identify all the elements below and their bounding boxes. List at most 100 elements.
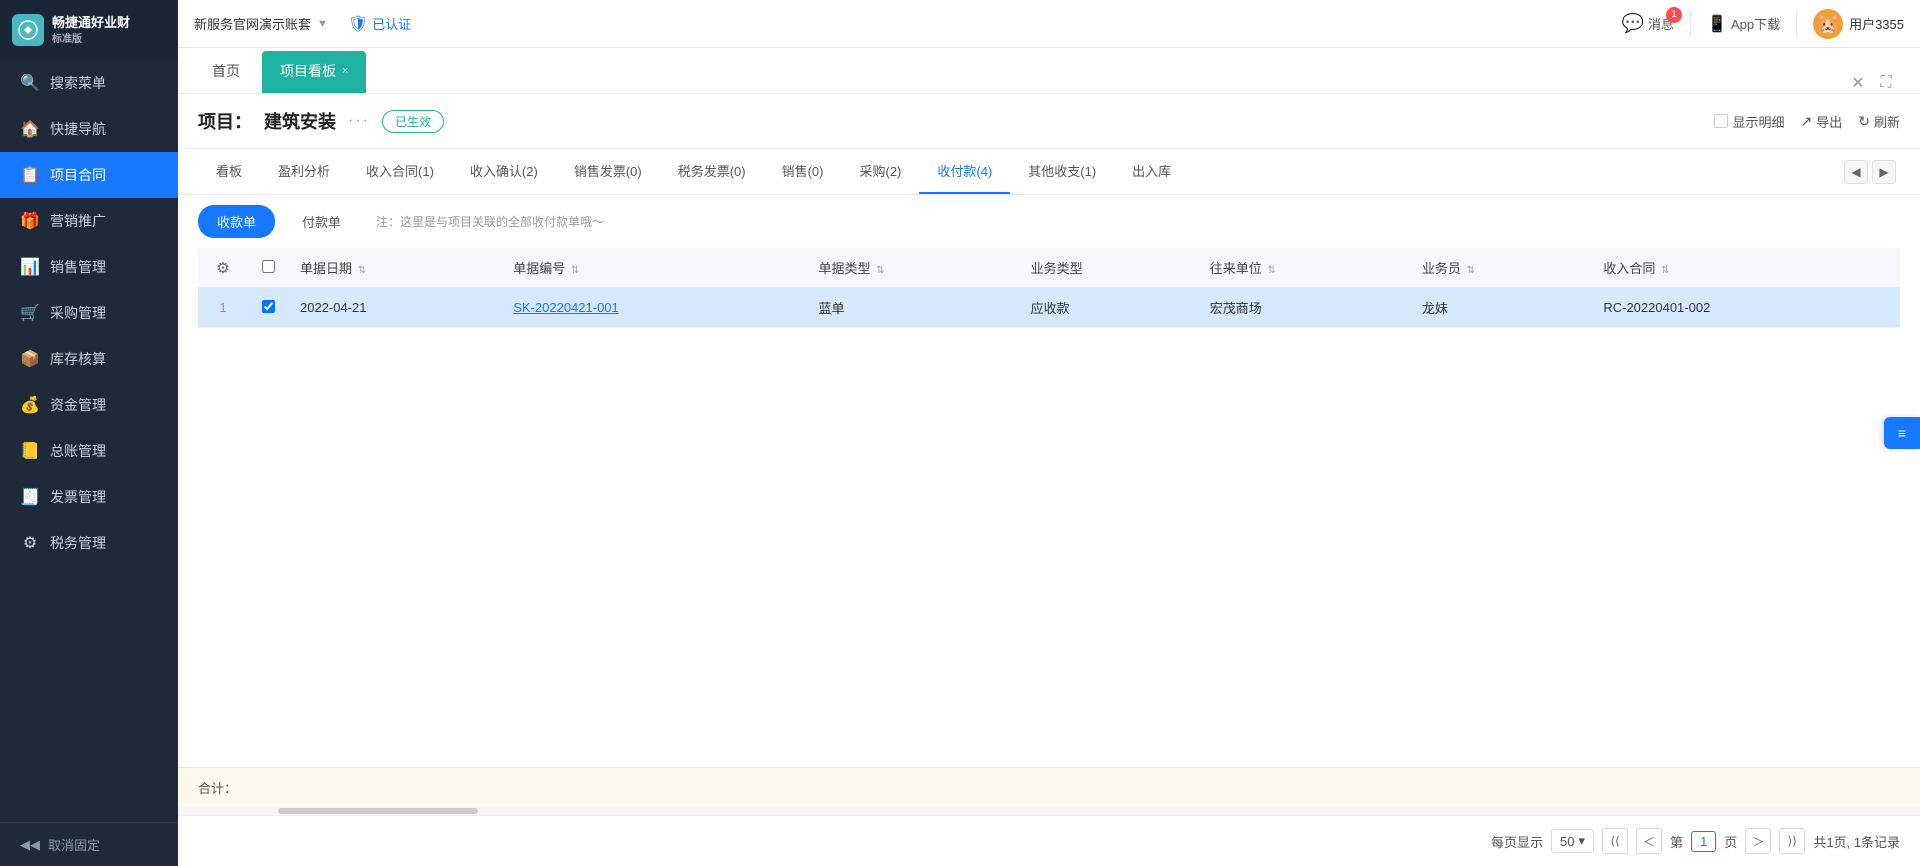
- total-label: 合计：: [198, 781, 237, 796]
- refresh-label: 刷新: [1874, 112, 1900, 131]
- col-salesperson[interactable]: 业务员 ⇅: [1410, 248, 1592, 288]
- sub-tab-profit[interactable]: 盈利分析: [260, 149, 348, 194]
- col-type[interactable]: 单据类型 ⇅: [806, 248, 1018, 288]
- topbar-right: 💬 消息 1 📱 App下载 🐹 用户3355: [1622, 9, 1904, 39]
- prev-page-button[interactable]: ＜: [1636, 828, 1662, 854]
- message-badge: 1: [1666, 7, 1682, 23]
- app-download-button[interactable]: 📱 App下载: [1707, 14, 1780, 34]
- unpin-icon: ◀◀: [20, 837, 40, 853]
- project-more-button[interactable]: ···: [348, 112, 370, 130]
- page-size-label: 每页显示: [1491, 832, 1543, 851]
- account-selector[interactable]: 新服务官网演示账套 ▼: [194, 14, 328, 33]
- col-checkbox[interactable]: [248, 248, 288, 288]
- export-label: 导出: [1816, 112, 1842, 131]
- row-partner: 宏茂商场: [1198, 288, 1410, 328]
- contract-icon: 📋: [20, 165, 40, 185]
- certified-badge: 🛡 已认证: [348, 14, 411, 34]
- sidebar-item-label-invoice: 发票管理: [50, 487, 106, 507]
- sort-salesperson-icon: ⇅: [1466, 265, 1474, 276]
- row-biz-type: 应收款: [1019, 288, 1198, 328]
- show-detail-toggle[interactable]: 显示明细: [1714, 112, 1784, 131]
- sidebar-item-invoice[interactable]: 🧾 发票管理: [0, 474, 178, 520]
- project-title: 建筑安装: [264, 108, 336, 134]
- show-detail-checkbox[interactable]: [1714, 114, 1728, 128]
- sidebar-unpin-button[interactable]: ◀◀ 取消固定: [0, 822, 178, 866]
- col-date-label: 单据日期: [300, 261, 352, 276]
- maximize-window-button[interactable]: ⛶: [1876, 73, 1896, 93]
- next-page-button[interactable]: ＞: [1745, 828, 1771, 854]
- tab-project-board[interactable]: 项目看板 ×: [262, 51, 366, 93]
- export-button[interactable]: ↗ 导出: [1801, 112, 1843, 131]
- sub-tab-income-confirm[interactable]: 收入确认(2): [452, 149, 556, 194]
- first-page-button[interactable]: ⟨⟨: [1602, 828, 1628, 854]
- sidebar-item-label-purchase: 采购管理: [50, 303, 106, 323]
- main-area: 新服务官网演示账套 ▼ 🛡 已认证 💬 消息 1 📱 App下载 �: [178, 0, 1920, 866]
- sub-tab-board[interactable]: 看板: [198, 149, 260, 194]
- sidebar-item-sales[interactable]: 📊 销售管理: [0, 244, 178, 290]
- sidebar-item-search[interactable]: 🔍 搜索菜单: [0, 60, 178, 106]
- inner-tab-note: 注：这里是与项目关联的全部收付款单哦～: [376, 213, 604, 230]
- sidebar-item-label-marketing: 营销推广: [50, 211, 106, 231]
- row-select-checkbox[interactable]: [262, 300, 275, 313]
- sidebar-item-purchase[interactable]: 🛒 采购管理: [0, 290, 178, 336]
- inner-tab-receipt-label: 收款单: [217, 215, 256, 230]
- sub-tab-receipt[interactable]: 收付款(4): [919, 149, 1010, 194]
- sidebar-item-label-sales: 销售管理: [50, 257, 106, 277]
- row-number[interactable]: SK-20220421-001: [501, 288, 806, 328]
- message-button[interactable]: 💬 消息 1: [1622, 13, 1674, 34]
- tab-home[interactable]: 首页: [194, 51, 258, 93]
- col-number[interactable]: 单据编号 ⇅: [501, 248, 806, 288]
- inner-tab-payment[interactable]: 付款单: [283, 205, 360, 238]
- scrollbar-area: [178, 807, 1920, 815]
- sub-tab-other-expense[interactable]: 其他收支(1): [1010, 149, 1114, 194]
- row-number-link[interactable]: SK-20220421-001: [513, 300, 619, 315]
- sub-tab-tax-invoice[interactable]: 税务发票(0): [660, 149, 764, 194]
- user-menu[interactable]: 🐹 用户3355: [1813, 9, 1904, 39]
- refresh-button[interactable]: ↻ 刷新: [1858, 112, 1900, 131]
- sub-tab-sales[interactable]: 销售(0): [764, 149, 842, 194]
- sidebar-item-quicknav[interactable]: 🏠 快捷导航: [0, 106, 178, 152]
- table-settings-icon[interactable]: ⚙: [216, 260, 229, 277]
- select-all-checkbox[interactable]: [262, 260, 275, 273]
- close-window-button[interactable]: ✕: [1848, 73, 1868, 93]
- col-partner[interactable]: 往来单位 ⇅: [1198, 248, 1410, 288]
- sub-tabs: 看板 盈利分析 收入合同(1) 收入确认(2) 销售发票(0) 税务发票(0) …: [178, 149, 1920, 195]
- sidebar-item-label-search: 搜索菜单: [50, 73, 106, 93]
- sidebar-item-marketing[interactable]: 🎁 营销推广: [0, 198, 178, 244]
- sub-tab-sales-invoice[interactable]: 销售发票(0): [556, 149, 660, 194]
- tab-close-icon[interactable]: ×: [342, 65, 348, 77]
- page-size-select[interactable]: 50 ▾: [1551, 829, 1594, 853]
- topbar-left: 新服务官网演示账套 ▼ 🛡 已认证: [194, 14, 1610, 34]
- sidebar-item-ledger[interactable]: 📒 总账管理: [0, 428, 178, 474]
- app-logo: 畅捷通好业财 标准版: [0, 0, 178, 60]
- sub-tab-prev-button[interactable]: ◀: [1844, 160, 1868, 184]
- sidebar-item-tax[interactable]: ⚙ 税务管理: [0, 520, 178, 566]
- table-row[interactable]: 1 2022-04-21 SK-20220421-001 蓝单 应收款 宏茂商场…: [198, 288, 1900, 328]
- sub-tab-income-contract[interactable]: 收入合同(1): [348, 149, 452, 194]
- row-checkbox[interactable]: [248, 288, 288, 328]
- row-type: 蓝单: [806, 288, 1018, 328]
- col-income-contract[interactable]: 收入合同 ⇅: [1591, 248, 1900, 288]
- horizontal-scrollbar[interactable]: [278, 808, 478, 814]
- user-avatar: 🐹: [1813, 9, 1843, 39]
- sidebar-item-contract[interactable]: 📋 项目合同: [0, 152, 178, 198]
- sidebar-footer-label: 取消固定: [48, 835, 100, 854]
- sidebar-item-inventory[interactable]: 📦 库存核算: [0, 336, 178, 382]
- sidebar-item-label-ledger: 总账管理: [50, 441, 106, 461]
- sidebar-item-label-quicknav: 快捷导航: [50, 119, 106, 139]
- inner-tab-receipt[interactable]: 收款单: [198, 205, 275, 238]
- sort-type-icon: ⇅: [876, 265, 884, 276]
- sub-tab-purchase[interactable]: 采购(2): [841, 149, 919, 194]
- col-date[interactable]: 单据日期 ⇅: [288, 248, 501, 288]
- sidebar-item-capital[interactable]: 💰 资金管理: [0, 382, 178, 428]
- sub-tab-next-button[interactable]: ▶: [1872, 160, 1896, 184]
- last-page-button[interactable]: ⟩⟩: [1779, 828, 1805, 854]
- row-date: 2022-04-21: [288, 288, 501, 328]
- data-table: ⚙ 单据日期 ⇅ 单据编号 ⇅: [198, 248, 1900, 328]
- col-settings[interactable]: ⚙: [198, 248, 248, 288]
- sub-tab-in-out[interactable]: 出入库: [1114, 149, 1189, 194]
- float-action-button[interactable]: ≡: [1884, 417, 1920, 449]
- sort-number-icon: ⇅: [571, 265, 579, 276]
- close-icon: ✕: [1851, 73, 1864, 93]
- search-icon: 🔍: [20, 73, 40, 93]
